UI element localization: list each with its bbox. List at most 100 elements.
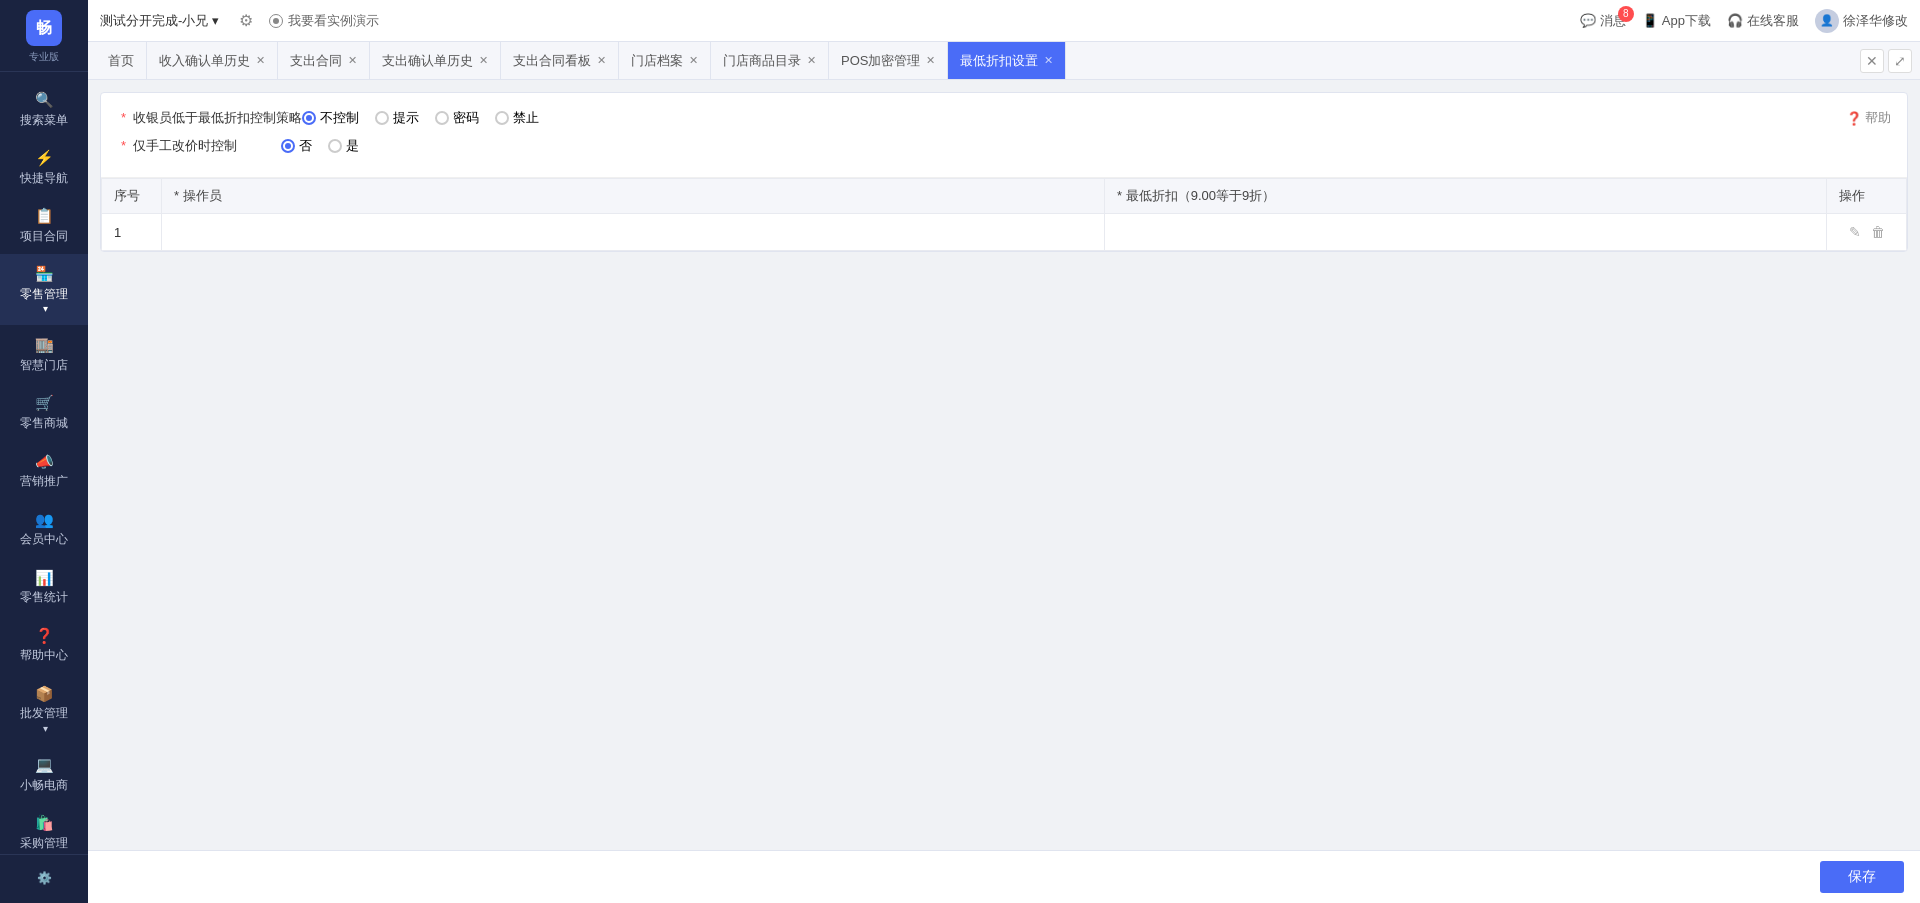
tab-expand-button[interactable]: ⤢ [1888,49,1912,73]
headset-icon: 🎧 [1727,13,1743,28]
required-star-policy: * [121,110,126,125]
discount-table-wrap: 序号* 操作员* 最低折扣（9.00等于9折）操作 1 ✎ 🗑 [101,178,1907,251]
content-panel: ❓ 帮助 * 收银员低于最低折扣控制策略 不控制 提示 密码 禁止 [100,92,1908,252]
radio-label-forbid: 禁止 [513,109,539,127]
radio-label-prompt: 提示 [393,109,419,127]
user-button[interactable]: 👤 徐泽华修改 [1815,9,1908,33]
tab-close-icon[interactable]: ✕ [1044,54,1053,67]
radio-circle-forbid [495,111,509,125]
question-icon: ❓ [1846,111,1862,126]
app-download-button[interactable]: 📱 App下载 [1642,12,1711,30]
policy-label: * 收银员低于最低折扣控制策略 [121,109,302,127]
help-label: 帮助 [1865,109,1891,127]
form-area: ❓ 帮助 * 收银员低于最低折扣控制策略 不控制 提示 密码 禁止 [101,93,1907,178]
tab-home[interactable]: 首页 [96,42,147,80]
tab-label: 首页 [108,52,134,70]
manual-radio-yes[interactable]: 是 [328,137,359,155]
edit-icon[interactable]: ✎ [1845,222,1865,242]
tab-close-all-button[interactable]: ✕ [1860,49,1884,73]
project-contract-icon: 📋 [35,206,54,226]
table-row: 1 ✎ 🗑 [102,214,1907,251]
tab-payment-contract-board[interactable]: 支出合同看板 ✕ [501,42,619,80]
tab-income-history[interactable]: 收入确认单历史 ✕ [147,42,278,80]
tab-close-icon[interactable]: ✕ [479,54,488,67]
help-link[interactable]: ❓ 帮助 [1846,109,1891,127]
topbar-project[interactable]: 测试分开完成-小兄 ▾ [100,12,223,30]
tab-close-icon[interactable]: ✕ [256,54,265,67]
tab-label: 支出确认单历史 [382,52,473,70]
content-area: ❓ 帮助 * 收银员低于最低折扣控制策略 不控制 提示 密码 禁止 [88,80,1920,850]
policy-radio-no-control[interactable]: 不控制 [302,109,359,127]
avatar: 👤 [1815,9,1839,33]
col-header-operator: * 操作员 [162,179,1105,214]
manual-row: * 仅手工改价时控制 否 是 [121,137,1887,155]
sidebar-item-wholesale-management[interactable]: 📦 批发管理 ▾ [0,674,88,745]
sidebar-item-ecommerce[interactable]: 💻 小畅电商 [0,745,88,803]
gear-icon: ⚙️ [37,871,52,887]
app-download-label: App下载 [1662,12,1711,30]
tab-min-discount[interactable]: 最低折扣设置 ✕ [948,42,1066,80]
sidebar-logo: 畅 专业版 [0,0,88,72]
sidebar-item-label: 会员中心 [20,532,68,548]
sidebar-item-project-contract[interactable]: 📋 项目合同 [0,196,88,254]
sidebar-bottom[interactable]: ⚙️ [0,854,88,903]
manual-radio-no[interactable]: 否 [281,137,312,155]
sidebar-item-help-center[interactable]: ❓ 帮助中心 [0,616,88,674]
sidebar-item-smart-store[interactable]: 🏬 智慧门店 [0,325,88,383]
messages-button[interactable]: 💬 消息 8 [1580,12,1626,30]
radio-circle-password [435,111,449,125]
project-label: 测试分开完成-小兄 [100,12,208,30]
radio-label-no-control: 不控制 [320,109,359,127]
sidebar-item-retail-mall[interactable]: 🛒 零售商城 [0,383,88,441]
sidebar-item-member-center[interactable]: 👥 会员中心 [0,500,88,558]
required-star-manual: * [121,138,126,153]
customer-service-button[interactable]: 🎧 在线客服 [1727,12,1799,30]
sidebar-item-purchase-management[interactable]: 🛍️ 采购管理 [0,803,88,854]
topbar-right: 💬 消息 8 📱 App下载 🎧 在线客服 👤 徐泽华修改 [1580,9,1908,33]
sidebar-item-label: 采购管理 [20,836,68,852]
message-icon: 💬 [1580,13,1596,28]
tab-label: POS加密管理 [841,52,920,70]
tab-label: 最低折扣设置 [960,52,1038,70]
radio-circle-prompt [375,111,389,125]
tab-close-icon[interactable]: ✕ [597,54,606,67]
sidebar-menu: 🔍 搜索菜单 ⚡ 快捷导航 📋 项目合同 🏪 零售管理 ▾ 🏬 智慧门店 🛒 零… [0,72,88,854]
col-header-actions: 操作 [1827,179,1907,214]
tab-close-icon[interactable]: ✕ [807,54,816,67]
topbar-demo-button[interactable]: 我要看实例演示 [269,12,379,30]
sidebar-item-label: 营销推广 [20,474,68,490]
policy-radio-prompt[interactable]: 提示 [375,109,419,127]
tab-payment-confirm-history[interactable]: 支出确认单历史 ✕ [370,42,501,80]
tab-payment-contract[interactable]: 支出合同✕ [278,42,370,80]
sidebar-item-settings[interactable]: ⚙️ [31,865,58,893]
tab-label: 支出合同看板 [513,52,591,70]
messages-badge: 8 [1618,6,1634,22]
radio-circle-no-control [302,111,316,125]
sidebar: 畅 专业版 🔍 搜索菜单 ⚡ 快捷导航 📋 项目合同 🏪 零售管理 ▾ 🏬 智慧… [0,0,88,903]
tab-store-archive[interactable]: 门店档案✕ [619,42,711,80]
demo-label: 我要看实例演示 [288,12,379,30]
cell-discount[interactable] [1105,214,1827,251]
topbar-settings-button[interactable]: ⚙ [239,11,253,30]
tab-close-icon[interactable]: ✕ [926,54,935,67]
ecommerce-icon: 💻 [35,755,54,775]
sidebar-item-marketing[interactable]: 📣 营销推广 [0,442,88,500]
delete-icon[interactable]: 🗑 [1868,222,1888,242]
sidebar-item-label: 项目合同 [20,229,68,245]
col-header-seq: 序号 [102,179,162,214]
download-icon: 📱 [1642,13,1658,28]
policy-radio-password[interactable]: 密码 [435,109,479,127]
policy-radio-forbid[interactable]: 禁止 [495,109,539,127]
cell-operator[interactable] [162,214,1105,251]
sidebar-item-search[interactable]: 🔍 搜索菜单 [0,80,88,138]
sidebar-item-shortcuts[interactable]: ⚡ 快捷导航 [0,138,88,196]
tab-close-icon[interactable]: ✕ [348,54,357,67]
tab-close-icon[interactable]: ✕ [689,54,698,67]
radio-label-manual-no: 否 [299,137,312,155]
sidebar-item-retail-management[interactable]: 🏪 零售管理 ▾ [0,254,88,325]
tab-label: 收入确认单历史 [159,52,250,70]
tab-store-product-catalog[interactable]: 门店商品目录✕ [711,42,829,80]
sidebar-item-retail-stats[interactable]: 📊 零售统计 [0,558,88,616]
tab-pos-password[interactable]: POS加密管理 ✕ [829,42,948,80]
save-button[interactable]: 保存 [1820,861,1904,893]
